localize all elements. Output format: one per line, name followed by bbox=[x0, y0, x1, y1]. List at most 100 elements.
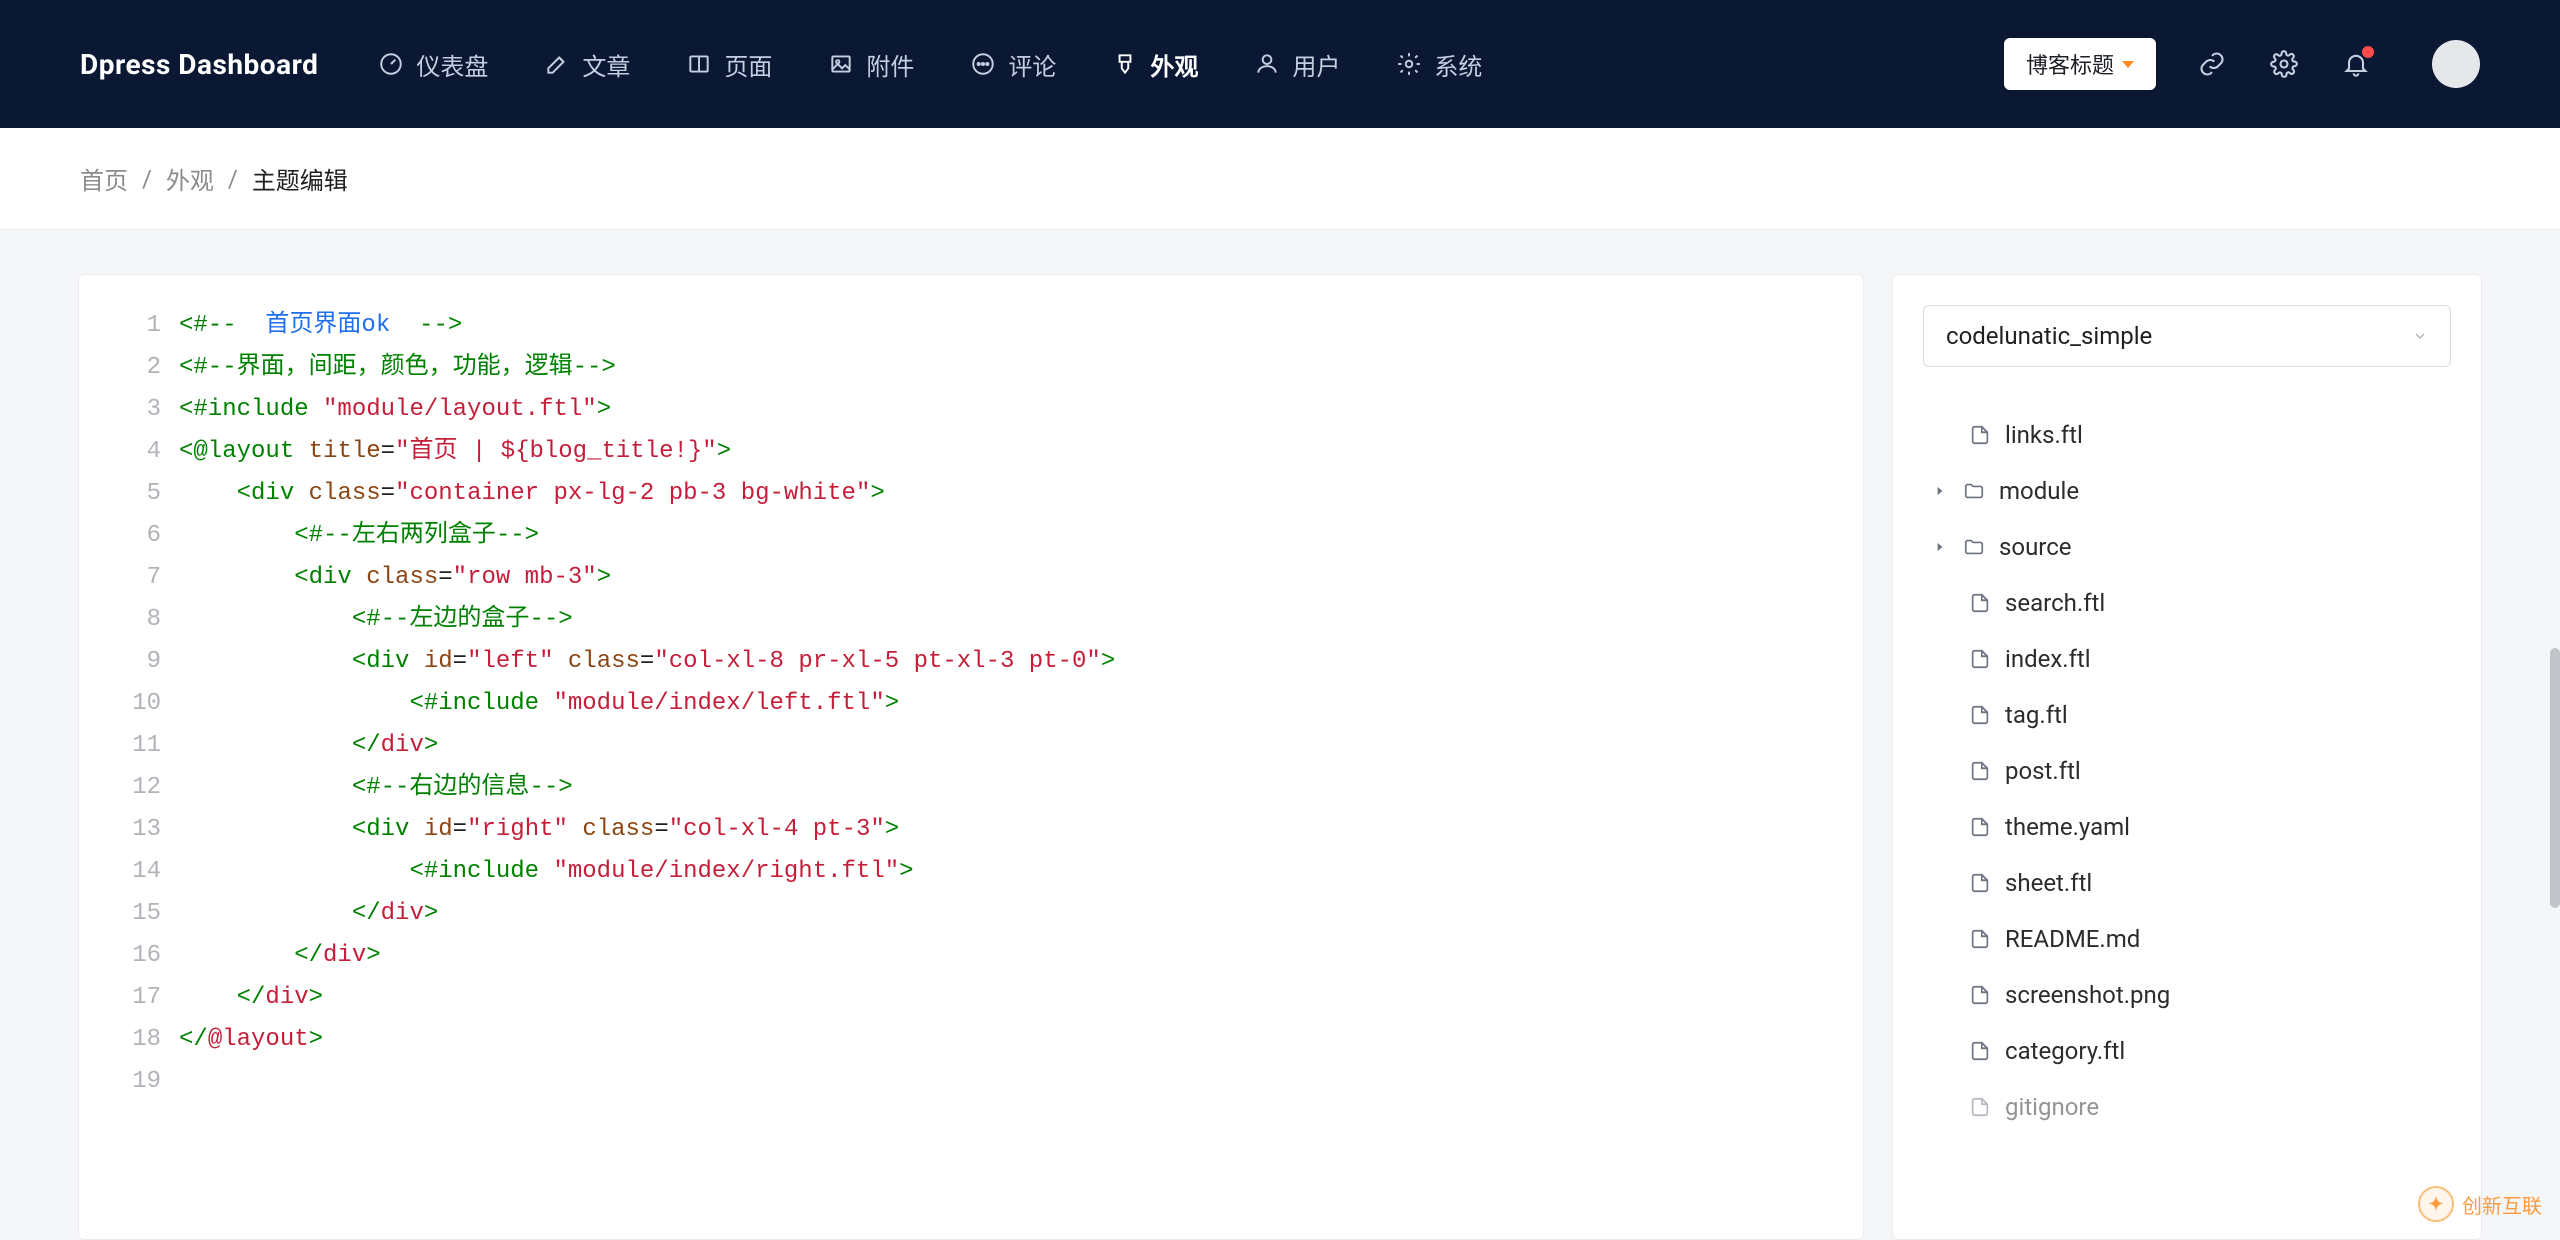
breadcrumb-bar: 首页 / 外观 / 主题编辑 bbox=[0, 128, 2560, 230]
blog-title-dropdown[interactable]: 博客标题 bbox=[2004, 38, 2156, 90]
breadcrumb-sep: / bbox=[142, 165, 152, 193]
file-icon bbox=[1969, 816, 1991, 838]
file-icon bbox=[1969, 1040, 1991, 1062]
nav-users-label: 用户 bbox=[1292, 47, 1340, 82]
expand-icon bbox=[1931, 482, 1949, 500]
file-tree-label: post.ftl bbox=[2005, 757, 2081, 785]
line-number: 15 bbox=[79, 893, 161, 935]
file-tree-item[interactable]: search.ftl bbox=[1923, 575, 2451, 631]
file-tree-label: theme.yaml bbox=[2005, 813, 2130, 841]
code-line: <div id="left" class="col-xl-8 pr-xl-5 p… bbox=[179, 641, 1839, 683]
nav-appearance-label: 外观 bbox=[1150, 47, 1198, 82]
breadcrumb-appearance[interactable]: 外观 bbox=[166, 161, 214, 196]
line-number: 19 bbox=[79, 1061, 161, 1103]
line-number: 18 bbox=[79, 1019, 161, 1061]
line-number: 3 bbox=[79, 389, 161, 431]
file-tree-item[interactable]: category.ftl bbox=[1923, 1023, 2451, 1079]
link-icon bbox=[2198, 50, 2226, 78]
nav-articles[interactable]: 文章 bbox=[544, 47, 630, 82]
scrollbar-thumb[interactable] bbox=[2550, 648, 2560, 908]
nav-system[interactable]: 系统 bbox=[1396, 47, 1482, 82]
avatar[interactable] bbox=[2432, 40, 2480, 88]
file-icon bbox=[1969, 760, 1991, 782]
file-tree-item[interactable]: theme.yaml bbox=[1923, 799, 2451, 855]
theme-select-dropdown[interactable]: codelunatic_simple bbox=[1923, 305, 2451, 367]
nav-attachments[interactable]: 附件 bbox=[828, 47, 914, 82]
code-line: <#--界面，间距，颜色，功能，逻辑--> bbox=[179, 347, 1839, 389]
edit-icon bbox=[544, 51, 570, 77]
settings-button[interactable] bbox=[2268, 48, 2300, 80]
file-icon bbox=[1969, 1096, 1991, 1118]
file-tree-label: source bbox=[1999, 533, 2072, 561]
folder-icon bbox=[1963, 536, 1985, 558]
breadcrumb: 首页 / 外观 / 主题编辑 bbox=[80, 161, 348, 196]
file-tree-label: index.ftl bbox=[2005, 645, 2091, 673]
file-tree-item[interactable]: index.ftl bbox=[1923, 631, 2451, 687]
nav-users[interactable]: 用户 bbox=[1254, 47, 1340, 82]
file-tree-item[interactable]: links.ftl bbox=[1923, 407, 2451, 463]
code-line: <div class="row mb-3"> bbox=[179, 557, 1839, 599]
file-icon bbox=[1969, 872, 1991, 894]
settings-icon bbox=[2270, 50, 2298, 78]
file-tree-item[interactable]: tag.ftl bbox=[1923, 687, 2451, 743]
file-icon bbox=[1969, 648, 1991, 670]
nav-appearance[interactable]: 外观 bbox=[1112, 47, 1198, 82]
page-scrollbar[interactable] bbox=[2548, 128, 2560, 1240]
line-number: 10 bbox=[79, 683, 161, 725]
file-tree-folder[interactable]: source bbox=[1923, 519, 2451, 575]
image-icon bbox=[828, 51, 854, 77]
line-number: 2 bbox=[79, 347, 161, 389]
book-icon bbox=[686, 51, 712, 77]
breadcrumb-current: 主题编辑 bbox=[252, 161, 348, 196]
brand-title: Dpress Dashboard bbox=[80, 48, 318, 81]
line-number: 6 bbox=[79, 515, 161, 557]
code-line: <#include "module/index/left.ftl"> bbox=[179, 683, 1839, 725]
line-number: 8 bbox=[79, 599, 161, 641]
line-number: 1 bbox=[79, 305, 161, 347]
code-line: <@layout title="首页 | ${blog_title!}"> bbox=[179, 431, 1839, 473]
file-tree-label: links.ftl bbox=[2005, 421, 2083, 449]
file-icon bbox=[1969, 592, 1991, 614]
nav-dashboard[interactable]: 仪表盘 bbox=[378, 47, 488, 82]
nav-comments-label: 评论 bbox=[1008, 47, 1056, 82]
gear-icon bbox=[1396, 51, 1422, 77]
user-icon bbox=[1254, 51, 1280, 77]
file-icon bbox=[1969, 928, 1991, 950]
file-tree-item[interactable]: post.ftl bbox=[1923, 743, 2451, 799]
code-line: </div> bbox=[179, 935, 1839, 977]
file-tree-label: tag.ftl bbox=[2005, 701, 2068, 729]
code-line: <#--右边的信息--> bbox=[179, 767, 1839, 809]
file-tree-label: screenshot.png bbox=[2005, 981, 2170, 1009]
file-tree-item[interactable]: README.md bbox=[1923, 911, 2451, 967]
chevron-down-icon bbox=[2412, 322, 2428, 350]
code-line: <div class="container px-lg-2 pb-3 bg-wh… bbox=[179, 473, 1839, 515]
nav-articles-label: 文章 bbox=[582, 47, 630, 82]
line-number: 4 bbox=[79, 431, 161, 473]
file-tree-folder[interactable]: module bbox=[1923, 463, 2451, 519]
brush-icon bbox=[1112, 51, 1138, 77]
code-line: <#--左右两列盒子--> bbox=[179, 515, 1839, 557]
expand-icon bbox=[1931, 538, 1949, 556]
code-line: <#--左边的盒子--> bbox=[179, 599, 1839, 641]
link-button[interactable] bbox=[2196, 48, 2228, 80]
file-tree-item[interactable]: gitignore bbox=[1923, 1079, 2451, 1135]
line-number: 16 bbox=[79, 935, 161, 977]
code-line: <#include "module/layout.ftl"> bbox=[179, 389, 1839, 431]
notification-dot bbox=[2362, 46, 2374, 58]
top-navbar: Dpress Dashboard 仪表盘 文章 页面 附件 评论 外观 用户 bbox=[0, 0, 2560, 128]
theme-select-value: codelunatic_simple bbox=[1946, 322, 2152, 350]
code-area[interactable]: <#-- 首页界面ok --><#--界面，间距，颜色，功能，逻辑--><#in… bbox=[179, 305, 1839, 1209]
file-tree-item[interactable]: screenshot.png bbox=[1923, 967, 2451, 1023]
breadcrumb-sep: / bbox=[228, 165, 238, 193]
line-number-gutter: 1 2 3 4 5 6 7 8 9 10 11 12 13 14 15 16 1… bbox=[79, 305, 179, 1209]
nav-pages[interactable]: 页面 bbox=[686, 47, 772, 82]
notifications-button[interactable] bbox=[2340, 48, 2372, 80]
breadcrumb-home[interactable]: 首页 bbox=[80, 161, 128, 196]
code-line: </@layout> bbox=[179, 1019, 1839, 1061]
code-line: </div> bbox=[179, 977, 1839, 1019]
file-icon bbox=[1969, 704, 1991, 726]
line-number: 11 bbox=[79, 725, 161, 767]
blog-title-label: 博客标题 bbox=[2026, 48, 2114, 80]
nav-comments[interactable]: 评论 bbox=[970, 47, 1056, 82]
file-tree-item[interactable]: sheet.ftl bbox=[1923, 855, 2451, 911]
